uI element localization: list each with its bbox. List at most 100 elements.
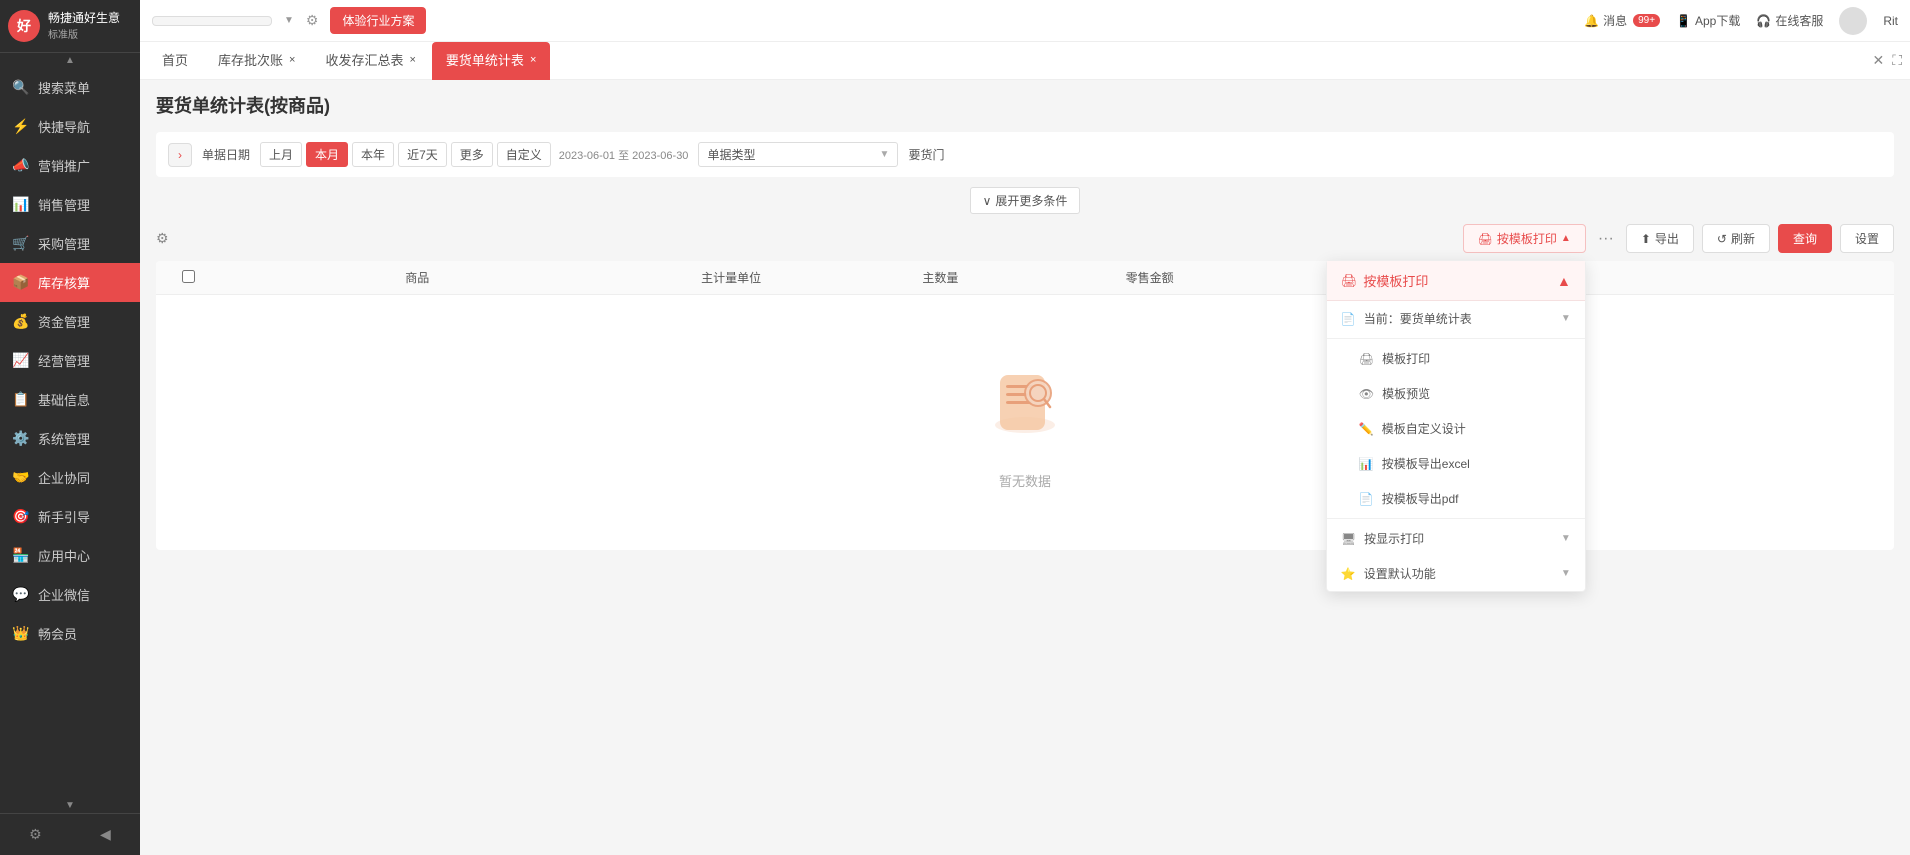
- tabs-bar: 首页 库存批次账 × 收发存汇总表 × 要货单统计表 × ✕ ⛶: [140, 42, 1910, 80]
- toolbar-more-btn[interactable]: ···: [1598, 230, 1614, 248]
- content-area: 要货单统计表(按商品) › 单据日期 上月 本月 本年 近7天 更多 自定义 2…: [140, 80, 1910, 855]
- template-preview-icon: 👁: [1359, 387, 1374, 401]
- toolbar: ⚙ 🖨 按模板打印 ▲ 🖨 按模板打印 ▲: [156, 224, 1894, 253]
- tab-receipt-summary[interactable]: 收发存汇总表 ×: [311, 42, 429, 80]
- print-dropdown-header: 🖨 按模板打印 ▲: [1327, 261, 1585, 301]
- target-icon: 🎯: [12, 508, 30, 525]
- date-this-year-btn[interactable]: 本年: [352, 142, 394, 167]
- select-all-checkbox[interactable]: [182, 270, 195, 283]
- sidebar-item-membership[interactable]: 👑 畅会员: [0, 614, 140, 653]
- sidebar-item-basics[interactable]: 📋 基础信息: [0, 380, 140, 419]
- sidebar-item-search[interactable]: 🔍 搜索菜单: [0, 68, 140, 107]
- window-maximize-btn[interactable]: ⛶: [1892, 52, 1902, 69]
- print-dropdown-close-btn[interactable]: ▲: [1557, 273, 1571, 289]
- sidebar-settings-btn[interactable]: ⚙: [21, 822, 50, 847]
- refresh-icon: ↺: [1717, 232, 1727, 246]
- printer-header-icon: 🖨: [1341, 273, 1358, 289]
- tab-order-summary-close[interactable]: ×: [530, 54, 536, 66]
- display-print-item[interactable]: 🖥 按显示打印 ▼: [1327, 521, 1585, 556]
- sidebar-item-purchase[interactable]: 🛒 采购管理: [0, 224, 140, 263]
- trend-icon: 📈: [12, 352, 30, 369]
- wechat-icon: 💬: [12, 586, 30, 603]
- default-feature-item[interactable]: ⭐ 设置默认功能 ▼: [1327, 556, 1585, 591]
- sidebar-item-guide[interactable]: 🎯 新手引导: [0, 497, 140, 536]
- print-dropdown: 🖨 按模板打印 ▲ 📄 当前：要货单统计表 ▼: [1326, 260, 1586, 592]
- sidebar-nav: 🔍 搜索菜单 ⚡ 快捷导航 📣 营销推广 📊 销售管理 🛒 采购管理 📦 库存核…: [0, 68, 140, 798]
- sidebar-item-appstore[interactable]: 🏪 应用中心: [0, 536, 140, 575]
- main-area: ▼ ⚙ 体验行业方案 🔔 消息 99+ 📱 App下载 🎧 在线客服 Rit 首…: [140, 0, 1910, 855]
- default-feature-icon: ⭐: [1341, 567, 1356, 581]
- window-controls: ✕ ⛶: [1872, 52, 1902, 69]
- default-feature-chevron: ▼: [1561, 568, 1571, 579]
- sidebar-item-system[interactable]: ⚙️ 系统管理: [0, 419, 140, 458]
- search-dropdown-chevron[interactable]: ▼: [284, 15, 294, 26]
- sidebar-logo: 好 畅捷通好生意 标准版: [0, 0, 140, 53]
- empty-illustration: [980, 355, 1070, 445]
- download-icon: 📱: [1676, 14, 1691, 28]
- messages-btn[interactable]: 🔔 消息 99+: [1584, 12, 1660, 29]
- app-download-btn[interactable]: 📱 App下载: [1676, 12, 1740, 29]
- sidebar-item-marketing[interactable]: 📣 营销推广: [0, 146, 140, 185]
- export-excel-item[interactable]: 📊 按模板导出excel: [1327, 446, 1585, 481]
- date-last-7-days-btn[interactable]: 近7天: [398, 142, 447, 167]
- table-header: 商品 主计量单位 主数量 零售金额: [156, 261, 1894, 295]
- app-name: 畅捷通好生意: [48, 11, 120, 27]
- username-label: Rit: [1883, 14, 1898, 28]
- col-product: 商品: [208, 269, 627, 286]
- sidebar-item-sales[interactable]: 📊 销售管理: [0, 185, 140, 224]
- expand-chevron-icon: ∨: [983, 194, 992, 208]
- template-design-icon: ✏️: [1359, 422, 1374, 436]
- crown-icon: 👑: [12, 625, 30, 642]
- window-close-btn[interactable]: ✕: [1872, 52, 1884, 69]
- tab-receipt-summary-close[interactable]: ×: [409, 54, 415, 66]
- global-search-bar[interactable]: [152, 16, 272, 26]
- date-range-display: 2023-06-01 至 2023-06-30: [559, 147, 689, 163]
- document-type-select[interactable]: 单据类型 ▼: [698, 142, 898, 167]
- bell-icon: 🔔: [1584, 14, 1599, 28]
- column-settings-btn[interactable]: 设置: [1840, 224, 1894, 253]
- sidebar-item-quick-nav[interactable]: ⚡ 快捷导航: [0, 107, 140, 146]
- template-print-item[interactable]: 🖨 模板打印: [1327, 341, 1585, 376]
- sidebar-item-operations[interactable]: 📈 经营管理: [0, 341, 140, 380]
- current-item-icon: 📄: [1341, 312, 1356, 326]
- template-preview-item[interactable]: 👁 模板预览: [1327, 376, 1585, 411]
- handshake-icon: 🤝: [12, 469, 30, 486]
- sidebar-scroll-up[interactable]: ▲: [0, 53, 140, 68]
- date-more-btn[interactable]: 更多: [451, 142, 493, 167]
- expand-more-conditions-btn[interactable]: ∨ 展开更多条件: [970, 187, 1081, 214]
- trial-industry-button[interactable]: 体验行业方案: [330, 7, 426, 34]
- table-settings-icon[interactable]: ⚙: [156, 230, 169, 247]
- tab-order-summary[interactable]: 要货单统计表 ×: [432, 42, 550, 80]
- sidebar-item-finance[interactable]: 💰 资金管理: [0, 302, 140, 341]
- sidebar-item-wechat[interactable]: 💬 企业微信: [0, 575, 140, 614]
- template-design-item[interactable]: ✏️ 模板自定义设计: [1327, 411, 1585, 446]
- col-amount: 零售金额: [1045, 269, 1254, 286]
- sidebar-item-inventory[interactable]: 📦 库存核算: [0, 263, 140, 302]
- sidebar-collapse-btn[interactable]: ◀: [92, 822, 119, 847]
- lightning-icon: ⚡: [12, 118, 30, 135]
- date-custom-btn[interactable]: 自定义: [497, 142, 551, 167]
- export-pdf-item[interactable]: 📄 按模板导出pdf: [1327, 481, 1585, 516]
- print-dropdown-title: 🖨 按模板打印: [1341, 271, 1429, 290]
- print-dropdown-current[interactable]: 📄 当前：要货单统计表 ▼: [1327, 301, 1585, 336]
- tab-home[interactable]: 首页: [148, 42, 202, 80]
- date-last-month-btn[interactable]: 上月: [260, 142, 302, 167]
- refresh-btn[interactable]: ↺ 刷新: [1702, 224, 1770, 253]
- col-unit: 主计量单位: [627, 269, 836, 286]
- online-service-btn[interactable]: 🎧 在线客服: [1756, 12, 1823, 29]
- header-settings-icon[interactable]: ⚙: [306, 12, 319, 29]
- date-filter-group: 上月 本月 本年 近7天 更多 自定义 2023-06-01 至 2023-06…: [260, 142, 688, 167]
- sidebar-scroll-down[interactable]: ▼: [0, 798, 140, 813]
- tab-batch-account-close[interactable]: ×: [289, 54, 295, 66]
- tab-batch-account[interactable]: 库存批次账 ×: [204, 42, 309, 80]
- export-btn[interactable]: ⬆ 导出: [1626, 224, 1694, 253]
- clipboard-icon: 📋: [12, 391, 30, 408]
- col-qty: 主数量: [836, 269, 1045, 286]
- filter-expand-btn[interactable]: ›: [168, 143, 192, 167]
- sidebar-item-enterprise[interactable]: 🤝 企业协同: [0, 458, 140, 497]
- user-avatar[interactable]: [1839, 7, 1867, 35]
- print-template-btn[interactable]: 🖨 按模板打印 ▲: [1463, 224, 1586, 253]
- dropdown-divider-2: [1327, 518, 1585, 519]
- date-current-month-btn[interactable]: 本月: [306, 142, 348, 167]
- query-btn[interactable]: 查询: [1778, 224, 1832, 253]
